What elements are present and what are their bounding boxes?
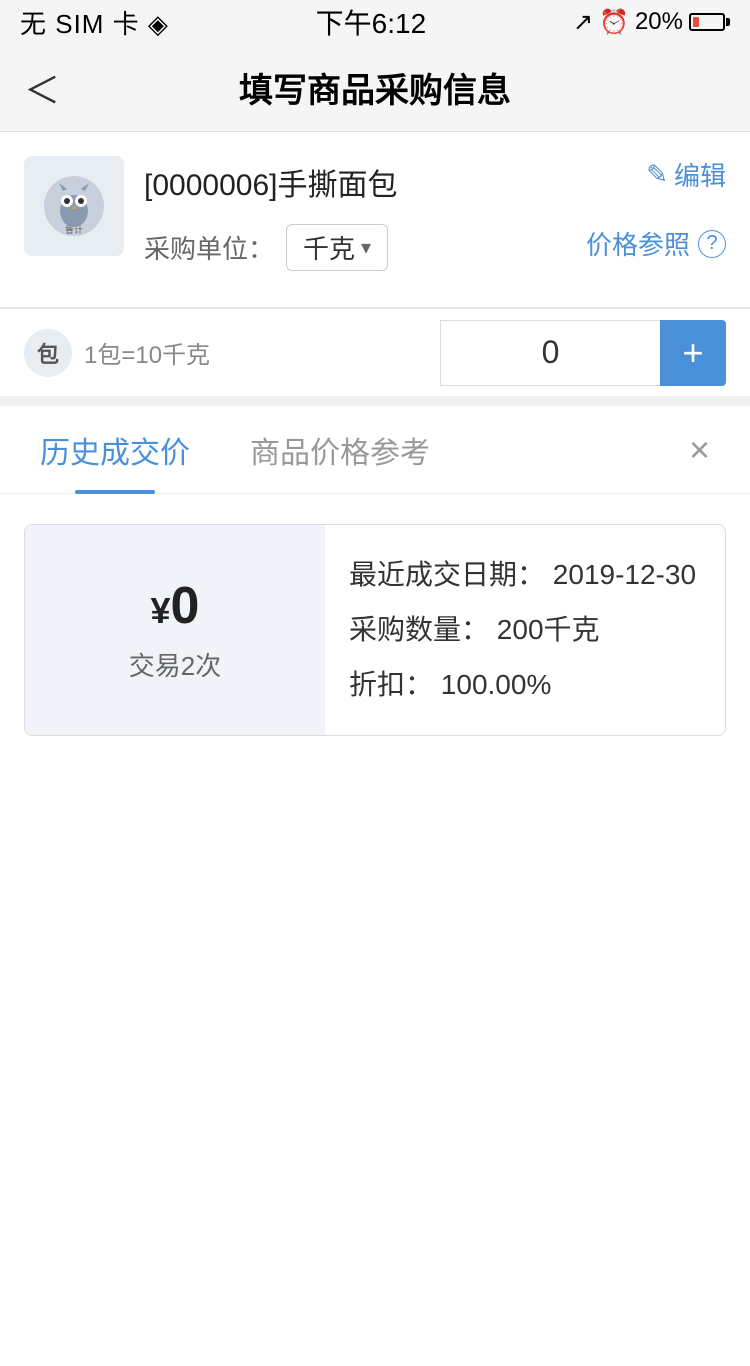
tab-header: 历史成交价 商品价格参考 × — [0, 406, 750, 494]
tab-history-price-label: 历史成交价 — [40, 428, 190, 472]
product-unit-row: 采购单位： 千克 ▾ — [144, 224, 397, 271]
tab-price-reference[interactable]: 商品价格参考 — [250, 406, 430, 494]
product-logo-icon: 鲁计 — [39, 171, 109, 241]
status-right: ↗ ⏰ 20% — [573, 8, 730, 37]
currency-symbol: ¥ — [151, 590, 171, 631]
unit-select-button[interactable]: 千克 ▾ — [286, 224, 388, 271]
unit-conversion: 1包=10千克 — [84, 335, 210, 370]
quantity-section: 包 1包=10千克 + — [0, 308, 750, 406]
latest-date-row: 最近成交日期： 2019-12-30 — [349, 555, 701, 594]
page-title: 填写商品采购信息 — [239, 63, 511, 112]
discount-value: 100.00% — [441, 669, 552, 700]
tab-history-price[interactable]: 历史成交价 — [40, 406, 190, 494]
nav-bar: ＜ 填写商品采购信息 — [0, 44, 750, 132]
help-icon: ? — [698, 230, 726, 258]
battery-icon — [689, 13, 730, 31]
unit-value: 千克 — [303, 229, 355, 266]
tab-list: 历史成交价 商品价格参考 — [40, 406, 430, 494]
quantity-unit-info: 包 1包=10千克 — [24, 329, 210, 377]
tab-price-reference-label: 商品价格参考 — [250, 428, 430, 472]
location-icon: ↗ — [573, 8, 593, 37]
quantity-input-group: + — [440, 320, 726, 386]
discount-label: 折扣： — [349, 669, 433, 700]
edit-button[interactable]: ✎ 编辑 — [646, 156, 726, 193]
history-card: ¥0 交易2次 最近成交日期： 2019-12-30 采购数量： 200千克 折… — [24, 524, 726, 736]
tab-section: 历史成交价 商品价格参考 × — [0, 406, 750, 494]
purchase-qty-label: 采购数量： — [349, 614, 489, 645]
unit-label: 采购单位： — [144, 229, 274, 266]
history-price-column: ¥0 交易2次 — [25, 525, 325, 735]
product-thumbnail: 鲁计 — [24, 156, 124, 256]
quantity-plus-button[interactable]: + — [660, 320, 726, 386]
status-time: 下午6:12 — [316, 2, 427, 42]
back-button[interactable]: ＜ — [24, 62, 60, 114]
chevron-down-icon: ▾ — [361, 235, 371, 260]
bottom-space — [0, 766, 750, 1366]
edit-icon: ✎ — [646, 159, 668, 190]
alarm-icon: ⏰ — [599, 8, 629, 37]
product-card: 鲁计 [0000006]手撕面包 采购单位： 千克 ▾ ✎ 编辑 — [0, 132, 750, 308]
quantity-input[interactable] — [440, 320, 660, 386]
history-detail-column: 最近成交日期： 2019-12-30 采购数量： 200千克 折扣： 100.0… — [325, 525, 725, 735]
battery-percent: 20% — [635, 8, 683, 36]
price-reference-button[interactable]: 价格参照 ? — [586, 225, 726, 262]
unit-badge: 包 — [24, 329, 72, 377]
plus-icon: + — [682, 332, 703, 374]
edit-label: 编辑 — [674, 156, 726, 193]
status-left: 无 SIM 卡 ◈ — [20, 4, 169, 41]
latest-date-label: 最近成交日期： — [349, 559, 545, 590]
svg-text:鲁计: 鲁计 — [65, 224, 83, 235]
purchase-qty-row: 采购数量： 200千克 — [349, 610, 701, 649]
discount-row: 折扣： 100.00% — [349, 665, 701, 704]
trade-count: 交易2次 — [129, 646, 221, 683]
purchase-qty-value: 200千克 — [497, 614, 600, 645]
latest-date-value: 2019-12-30 — [553, 559, 696, 590]
price-amount: ¥0 — [151, 576, 200, 636]
tab-close-button[interactable]: × — [689, 429, 710, 471]
status-bar: 无 SIM 卡 ◈ 下午6:12 ↗ ⏰ 20% — [0, 0, 750, 44]
product-info: [0000006]手撕面包 采购单位： 千克 ▾ — [144, 156, 397, 271]
content-area: ¥0 交易2次 最近成交日期： 2019-12-30 采购数量： 200千克 折… — [0, 494, 750, 766]
sim-status: 无 SIM 卡 ◈ — [20, 9, 169, 39]
product-name: [0000006]手撕面包 — [144, 160, 397, 204]
price-value: 0 — [171, 577, 200, 635]
price-ref-label: 价格参照 — [586, 225, 690, 262]
quantity-row: 包 1包=10千克 + — [0, 308, 750, 396]
tab-active-indicator — [75, 490, 155, 494]
